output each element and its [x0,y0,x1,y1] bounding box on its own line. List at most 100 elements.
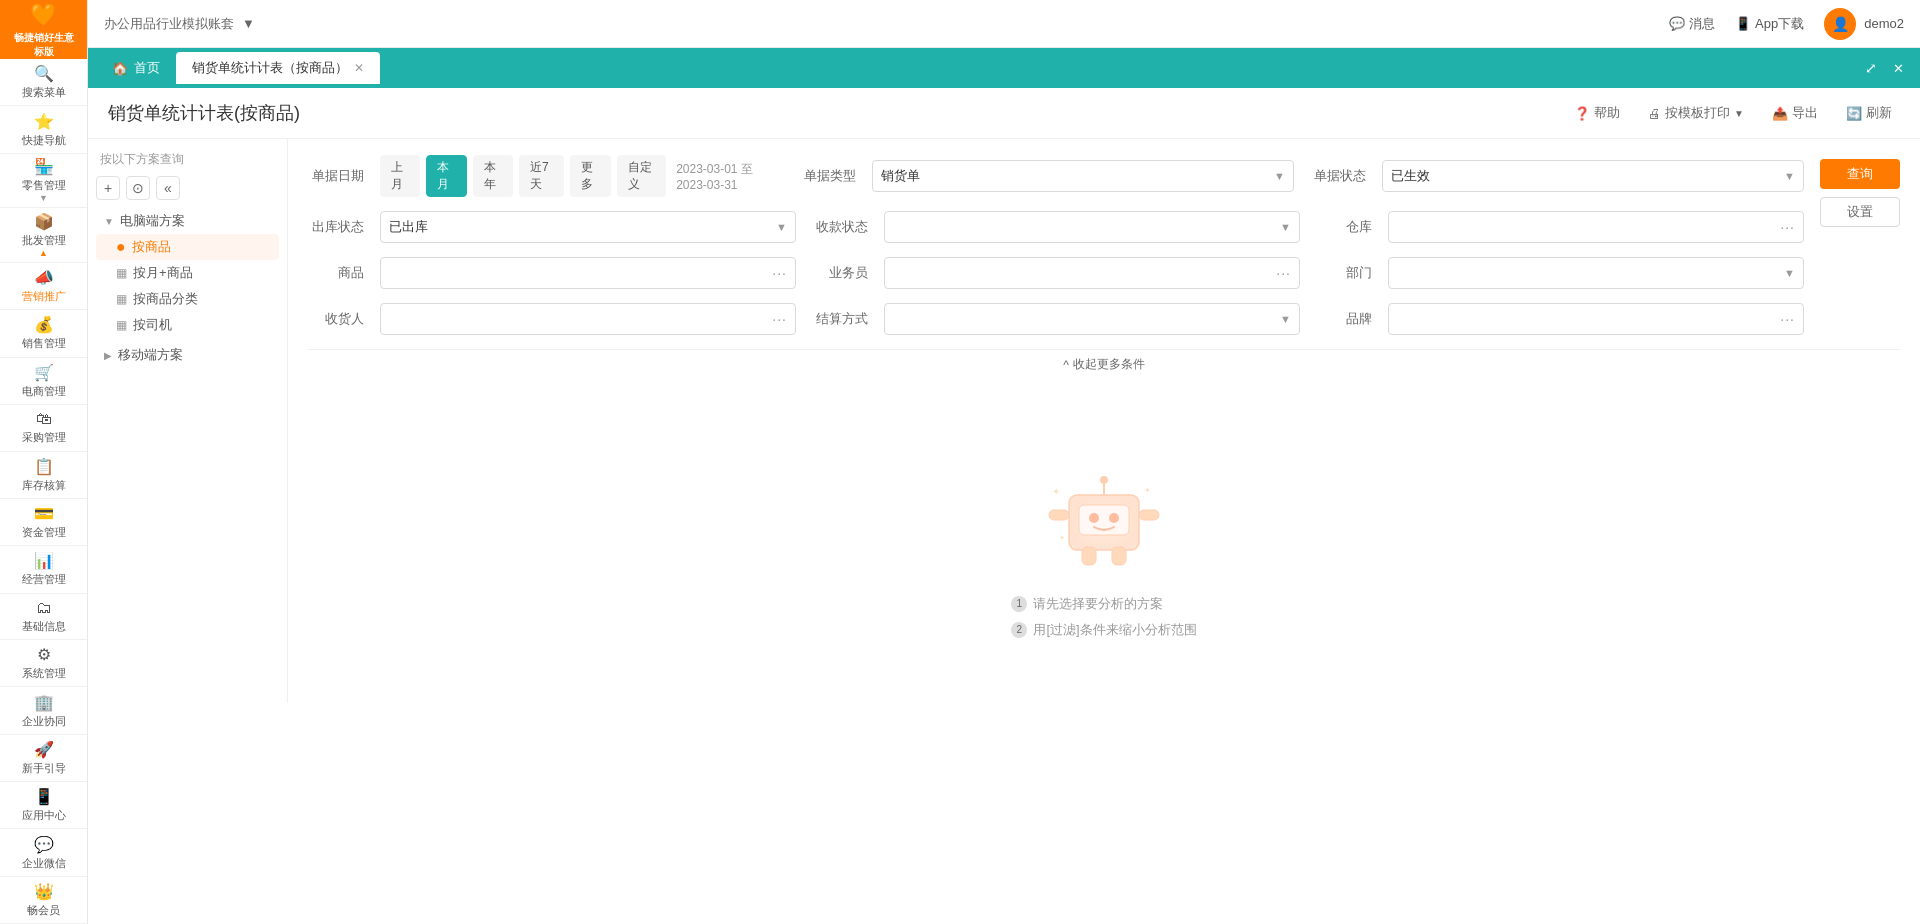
brand-label: 品牌 [1316,310,1372,328]
finance-icon: 💳 [34,504,54,523]
product-label: 商品 [308,264,364,282]
svg-point-2 [1089,513,1099,523]
stock-status-select[interactable]: 已出库 ▼ [380,211,796,243]
empty-tip-1: 1 请先选择要分析的方案 [1011,591,1196,617]
sidebar-item-ecommerce[interactable]: 🛒 电商管理 [0,358,87,405]
tree-node-by-month-product[interactable]: ▦ 按月+商品 [96,260,279,286]
mobile-expand-icon: ▶ [104,350,112,361]
sidebar-item-inventory-label: 库存核算 [22,478,66,493]
print-dropdown-icon: ▼ [1734,108,1744,119]
date-tab-this-year[interactable]: 本年 [473,155,513,197]
sidebar-item-system-label: 系统管理 [22,666,66,681]
tree-node-pc-label: 电脑端方案 [120,212,185,230]
sidebar-item-operations[interactable]: 📊 经营管理 [0,546,87,593]
brand-select[interactable]: ··· [1388,303,1804,335]
purchase-icon: 🛍 [36,410,52,428]
salesperson-select[interactable]: ··· [884,257,1300,289]
wechat-icon: 💬 [34,835,54,854]
app-download-icon: 📱 [1735,16,1751,31]
tree-edit-button[interactable]: ⊙ [126,176,150,200]
sidebar-item-finance[interactable]: 💳 资金管理 [0,499,87,546]
header-template-selector[interactable]: 办公用品行业模拟账套 ▼ [104,15,255,33]
date-tab-more[interactable]: 更多 [570,155,610,197]
salesperson-dots-icon: ··· [1276,265,1291,281]
sidebar-item-retail[interactable]: 🏪 零售管理 ▼ [0,154,87,209]
date-range-display: 2023-03-01 至 2023-03-31 [676,161,784,192]
sidebar-item-basic[interactable]: 🗂 基础信息 [0,594,87,641]
tab-stats[interactable]: 销货单统计计表（按商品） ✕ [176,52,380,84]
sidebar-item-enterprise[interactable]: 🏢 企业协同 [0,687,87,734]
page-title: 销货单统计计表(按商品) [108,101,300,125]
sidebar-item-basic-label: 基础信息 [22,619,66,634]
tree-node-pc[interactable]: ▼ 电脑端方案 [96,208,279,234]
tree-collapse-button[interactable]: « [156,176,180,200]
message-label: 消息 [1689,15,1715,33]
department-select[interactable]: ▼ [1388,257,1804,289]
message-icon: 💬 [1669,16,1685,31]
sidebar-item-member[interactable]: 👑 畅会员 [0,877,87,924]
status-filter-select[interactable]: 已生效 ▼ [1382,160,1804,192]
date-tab-last7days[interactable]: 近7天 [519,155,564,197]
sidebar-item-guide[interactable]: 🚀 新手引导 [0,735,87,782]
type-filter-select[interactable]: 销货单 ▼ [872,160,1294,192]
template-print-button[interactable]: 🖨 按模板打印 ▼ [1640,100,1752,126]
sidebar-item-marketing[interactable]: 📣 营销推广 [0,263,87,310]
sidebar-item-member-label: 畅会员 [27,903,60,918]
help-icon: ❓ [1574,106,1590,121]
tree-node-mobile-label: 移动端方案 [118,346,183,364]
sidebar-item-ecommerce-label: 电商管理 [22,384,66,399]
receiver-select[interactable]: ··· [380,303,796,335]
page-actions: ❓ 帮助 🖨 按模板打印 ▼ 📤 导出 🔄 刷新 [1566,100,1900,126]
receiver-dots-icon: ··· [772,311,787,327]
tab-home[interactable]: 🏠 首页 [96,52,176,84]
sidebar-item-nav[interactable]: ⭐ 快捷导航 [0,106,87,153]
export-icon: 📤 [1772,106,1788,121]
sidebar-item-apps[interactable]: 📱 应用中心 [0,782,87,829]
settings-button[interactable]: 设置 [1820,197,1900,227]
date-tab-last-month[interactable]: 上月 [380,155,420,197]
message-action[interactable]: 💬 消息 [1669,15,1715,33]
query-button[interactable]: 查询 [1820,159,1900,189]
export-button[interactable]: 📤 导出 [1764,100,1826,126]
collapse-icon: ^ [1063,358,1069,372]
template-print-label: 按模板打印 [1665,104,1730,122]
sidebar-item-purchase[interactable]: 🛍 采购管理 [0,405,87,452]
refresh-button[interactable]: 🔄 刷新 [1838,100,1900,126]
tree-node-by-printer[interactable]: ▦ 按司机 [96,312,279,338]
sidebar-item-search[interactable]: 🔍 搜索菜单 [0,59,87,106]
sidebar-item-sales[interactable]: 💰 销售管理 [0,310,87,357]
sidebar-item-wholesale[interactable]: 📦 批发管理 ▲ [0,208,87,263]
warehouse-label: 仓库 [1316,218,1372,236]
product-select[interactable]: ··· [380,257,796,289]
date-filter-row: 单据日期 上月 本月 本年 近7天 更多 自定义 2023-03-01 至 20… [308,155,1804,197]
sidebar-item-inventory[interactable]: 📋 库存核算 [0,452,87,499]
sidebar-item-retail-label: 零售管理 [22,178,66,193]
status-filter-value: 已生效 [1391,167,1430,185]
tree-node-by-month-product-label: 按月+商品 [133,264,193,282]
date-tab-custom[interactable]: 自定义 [617,155,666,197]
app-download-action[interactable]: 📱 App下载 [1735,15,1804,33]
tree-node-by-product[interactable]: ● 按商品 [96,234,279,260]
tab-maximize-button[interactable]: ⤢ [1857,60,1885,76]
pay-status-select[interactable]: ▼ [884,211,1300,243]
sidebar-item-wechat[interactable]: 💬 企业微信 [0,829,87,876]
warehouse-select[interactable]: ··· [1388,211,1804,243]
payment-select[interactable]: ▼ [884,303,1300,335]
tree-add-button[interactable]: + [96,176,120,200]
type-filter-value: 销货单 [881,167,920,185]
tree-node-mobile[interactable]: ▶ 移动端方案 [96,342,279,368]
sidebar-item-system[interactable]: ⚙ 系统管理 [0,640,87,687]
user-menu[interactable]: 👤 demo2 [1824,8,1904,40]
date-tab-this-month[interactable]: 本月 [426,155,466,197]
collapse-row[interactable]: ^ 收起更多条件 [308,349,1900,379]
help-button[interactable]: ❓ 帮助 [1566,100,1628,126]
department-dropdown-icon: ▼ [1784,267,1795,279]
tree-node-by-category-label: 按商品分类 [133,290,198,308]
tab-close-all-button[interactable]: ✕ [1885,61,1912,76]
sidebar-item-finance-label: 资金管理 [22,525,66,540]
tree-node-by-category[interactable]: ▦ 按商品分类 [96,286,279,312]
tab-close-button[interactable]: ✕ [354,61,364,75]
product-dots-icon: ··· [772,265,787,281]
ecommerce-icon: 🛒 [34,363,54,382]
query-buttons: 查询 设置 [1820,155,1900,227]
